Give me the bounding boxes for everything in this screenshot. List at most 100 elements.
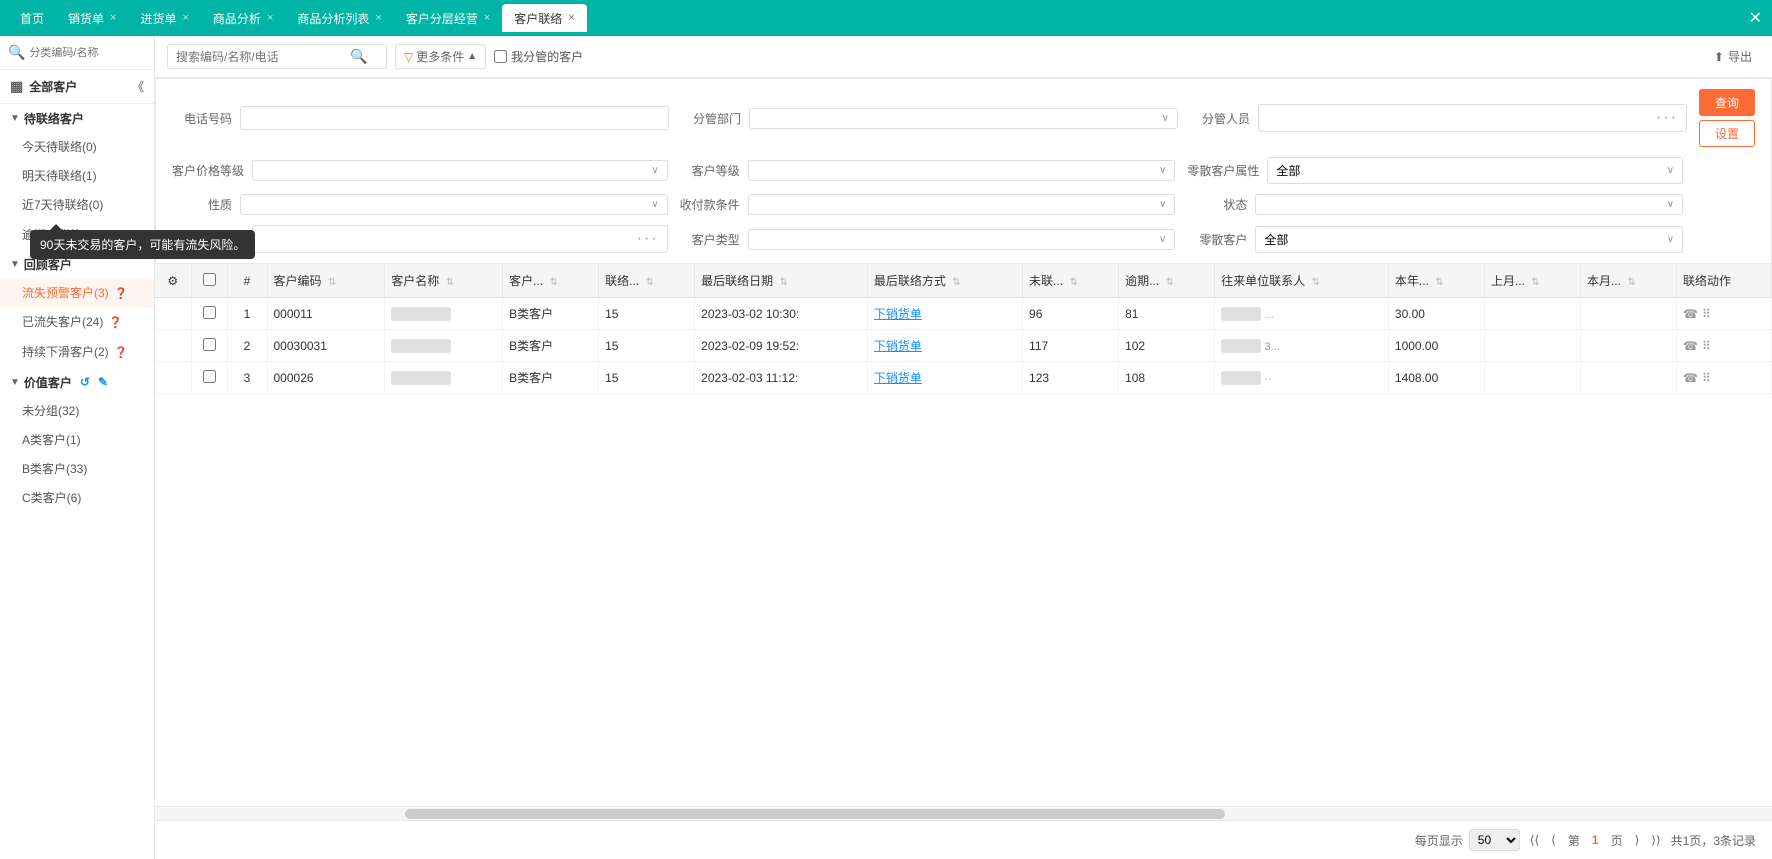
more-filter-btn[interactable]: ▽ 更多条件 ▲ bbox=[395, 44, 486, 69]
col-unit-contact[interactable]: 往来单位联系人 ⇅ bbox=[1215, 264, 1389, 298]
row-action[interactable]: ☎ ⠿ bbox=[1677, 330, 1772, 362]
row-checkbox[interactable] bbox=[191, 298, 227, 330]
search-wrap[interactable]: 🔍 bbox=[167, 44, 387, 69]
filter-dept-select[interactable]: ∨ bbox=[749, 108, 1178, 129]
close-icon[interactable]: × bbox=[110, 12, 116, 24]
col-code[interactable]: 客户编码 ⇅ bbox=[267, 264, 385, 298]
sidebar-item-churn-warning[interactable]: 流失预警客户(3) ❓ bbox=[0, 279, 154, 309]
row-last-date: 2023-02-09 19:52: bbox=[695, 330, 868, 362]
row-last-method[interactable]: 下销货单 bbox=[867, 298, 1022, 330]
sidebar-item-tomorrow[interactable]: 明天待联络(1) bbox=[0, 162, 154, 191]
tab-home[interactable]: 首页 bbox=[8, 4, 56, 32]
more-icon[interactable]: ··· bbox=[1656, 109, 1678, 127]
row-action[interactable]: ☎ ⠿ bbox=[1677, 362, 1772, 394]
row-last-method[interactable]: 下销货单 bbox=[867, 330, 1022, 362]
action-more-icon[interactable]: ⠿ bbox=[1702, 339, 1711, 353]
col-this-month[interactable]: 本月... ⇅ bbox=[1580, 264, 1676, 298]
sidebar-item-churned[interactable]: 已流失客户(24) ❓ bbox=[0, 308, 154, 338]
close-icon[interactable]: × bbox=[568, 12, 574, 24]
sidebar-item-class-b[interactable]: B类客户(33) bbox=[0, 455, 154, 484]
col-uncontacted[interactable]: 未联... ⇅ bbox=[1023, 264, 1119, 298]
action-contact-icon[interactable]: ☎ bbox=[1683, 371, 1698, 385]
action-contact-icon[interactable]: ☎ bbox=[1683, 339, 1698, 353]
col-type[interactable]: 客户... ⇅ bbox=[503, 264, 599, 298]
row-action[interactable]: ☎ ⠿ bbox=[1677, 298, 1772, 330]
sidebar-item-ungroups[interactable]: 未分组(32) bbox=[0, 397, 154, 426]
col-overdue[interactable]: 逾期... ⇅ bbox=[1119, 264, 1215, 298]
filter-phone-input[interactable] bbox=[240, 106, 669, 130]
first-page-btn[interactable]: ⟨⟨ bbox=[1526, 831, 1543, 849]
refresh-icon[interactable]: ↺ bbox=[80, 375, 90, 389]
row-overdue: 102 bbox=[1119, 330, 1215, 362]
window-close-btn[interactable]: ✕ bbox=[1749, 8, 1762, 28]
filter-payment: 收付款条件 ∨ bbox=[680, 194, 1176, 215]
close-icon[interactable]: × bbox=[267, 12, 273, 24]
sidebar-group-value[interactable]: ▼ 价值客户 ↺ ✎ bbox=[0, 368, 154, 397]
filter-scatter-select[interactable]: 全部 ∨ bbox=[1267, 157, 1683, 184]
tab-customer-segment[interactable]: 客户分层经营 × bbox=[394, 4, 502, 32]
row-last-date: 2023-03-02 10:30: bbox=[695, 298, 868, 330]
row-select-checkbox[interactable] bbox=[203, 338, 216, 351]
col-last-contact-method[interactable]: 最后联络方式 ⇅ bbox=[867, 264, 1022, 298]
col-name[interactable]: 客户名称 ⇅ bbox=[385, 264, 503, 298]
scrollbar-thumb[interactable] bbox=[405, 809, 1225, 819]
filter-payment-select[interactable]: ∨ bbox=[748, 194, 1176, 215]
search-btn[interactable]: 🔍 bbox=[350, 48, 367, 65]
sidebar-item-class-c[interactable]: C类客户(6) bbox=[0, 484, 154, 513]
sidebar-group-pending[interactable]: ▼ 待联络客户 bbox=[0, 104, 154, 133]
col-contact[interactable]: 联络... ⇅ bbox=[599, 264, 695, 298]
filter-region-select[interactable]: ··· bbox=[252, 225, 668, 253]
row-checkbox[interactable] bbox=[191, 330, 227, 362]
filter-cust-select[interactable]: ∨ bbox=[748, 160, 1176, 181]
per-page-select[interactable]: 50 100 bbox=[1469, 829, 1520, 851]
filter-cust-type-select[interactable]: ∨ bbox=[748, 229, 1176, 250]
action-more-icon[interactable]: ⠿ bbox=[1702, 371, 1711, 385]
row-last-method[interactable]: 下销货单 bbox=[867, 362, 1022, 394]
tab-purchase[interactable]: 进货单 × bbox=[128, 4, 200, 32]
sidebar-item-7days[interactable]: 近7天待联络(0) bbox=[0, 191, 154, 220]
col-this-year[interactable]: 本年... ⇅ bbox=[1388, 264, 1484, 298]
edit-icon[interactable]: ✎ bbox=[98, 375, 108, 389]
tab-customer-contact[interactable]: 客户联络 × bbox=[502, 4, 586, 32]
my-customers-checkbox-label[interactable]: 我分管的客户 bbox=[494, 48, 583, 65]
filter-price-select[interactable]: ∨ bbox=[252, 160, 668, 181]
sidebar-item-today[interactable]: 今天待联络(0) bbox=[0, 133, 154, 162]
row-checkbox[interactable] bbox=[191, 362, 227, 394]
search-input[interactable] bbox=[176, 50, 346, 64]
filter-scatter-val-select[interactable]: 全部 ∨ bbox=[1255, 226, 1683, 253]
sidebar-item-class-a[interactable]: A类客户(1) bbox=[0, 426, 154, 455]
close-icon[interactable]: × bbox=[182, 12, 188, 24]
filter-person-select[interactable]: ··· bbox=[1258, 104, 1687, 132]
row-select-checkbox[interactable] bbox=[203, 370, 216, 383]
tab-analysis[interactable]: 商品分析 × bbox=[201, 4, 285, 32]
filter-status-select[interactable]: ∨ bbox=[1255, 194, 1683, 215]
sidebar-all-customers[interactable]: ▦ 全部客户 《 bbox=[0, 70, 154, 104]
row-unit-contact: ... bbox=[1215, 298, 1389, 330]
next-page-btn[interactable]: ⟩ bbox=[1631, 831, 1644, 849]
sidebar-search-input[interactable] bbox=[29, 47, 155, 59]
tab-analysis-list[interactable]: 商品分析列表 × bbox=[285, 4, 393, 32]
sidebar-search[interactable]: 🔍 bbox=[0, 36, 154, 70]
prev-page-btn[interactable]: ⟨ bbox=[1547, 831, 1560, 849]
query-btn[interactable]: 查询 bbox=[1699, 89, 1755, 116]
settings-btn[interactable]: 设置 bbox=[1699, 120, 1755, 147]
page-label-text: 第 bbox=[1564, 830, 1584, 851]
tab-sales[interactable]: 销货单 × bbox=[56, 4, 128, 32]
more-icon[interactable]: ··· bbox=[637, 230, 659, 248]
select-all-checkbox[interactable] bbox=[203, 273, 216, 286]
col-last-month[interactable]: 上月... ⇅ bbox=[1484, 264, 1580, 298]
action-contact-icon[interactable]: ☎ bbox=[1683, 307, 1698, 321]
last-page-btn[interactable]: ⟩⟩ bbox=[1647, 831, 1664, 849]
close-icon[interactable]: × bbox=[484, 12, 490, 24]
filter-nature-select[interactable]: ∨ bbox=[240, 194, 668, 215]
my-customers-checkbox[interactable] bbox=[494, 50, 507, 63]
sidebar-item-declining[interactable]: 持续下滑客户(2) ❓ bbox=[0, 338, 154, 368]
chevron-down-icon: ∨ bbox=[1159, 234, 1166, 245]
col-settings[interactable]: ⚙ bbox=[155, 264, 191, 298]
export-btn[interactable]: ⬆ 导出 bbox=[1706, 45, 1760, 68]
scrollbar-area[interactable] bbox=[155, 806, 1772, 820]
action-more-icon[interactable]: ⠿ bbox=[1702, 307, 1711, 321]
row-select-checkbox[interactable] bbox=[203, 306, 216, 319]
col-last-contact-date[interactable]: 最后联络日期 ⇅ bbox=[695, 264, 868, 298]
close-icon[interactable]: × bbox=[375, 12, 381, 24]
